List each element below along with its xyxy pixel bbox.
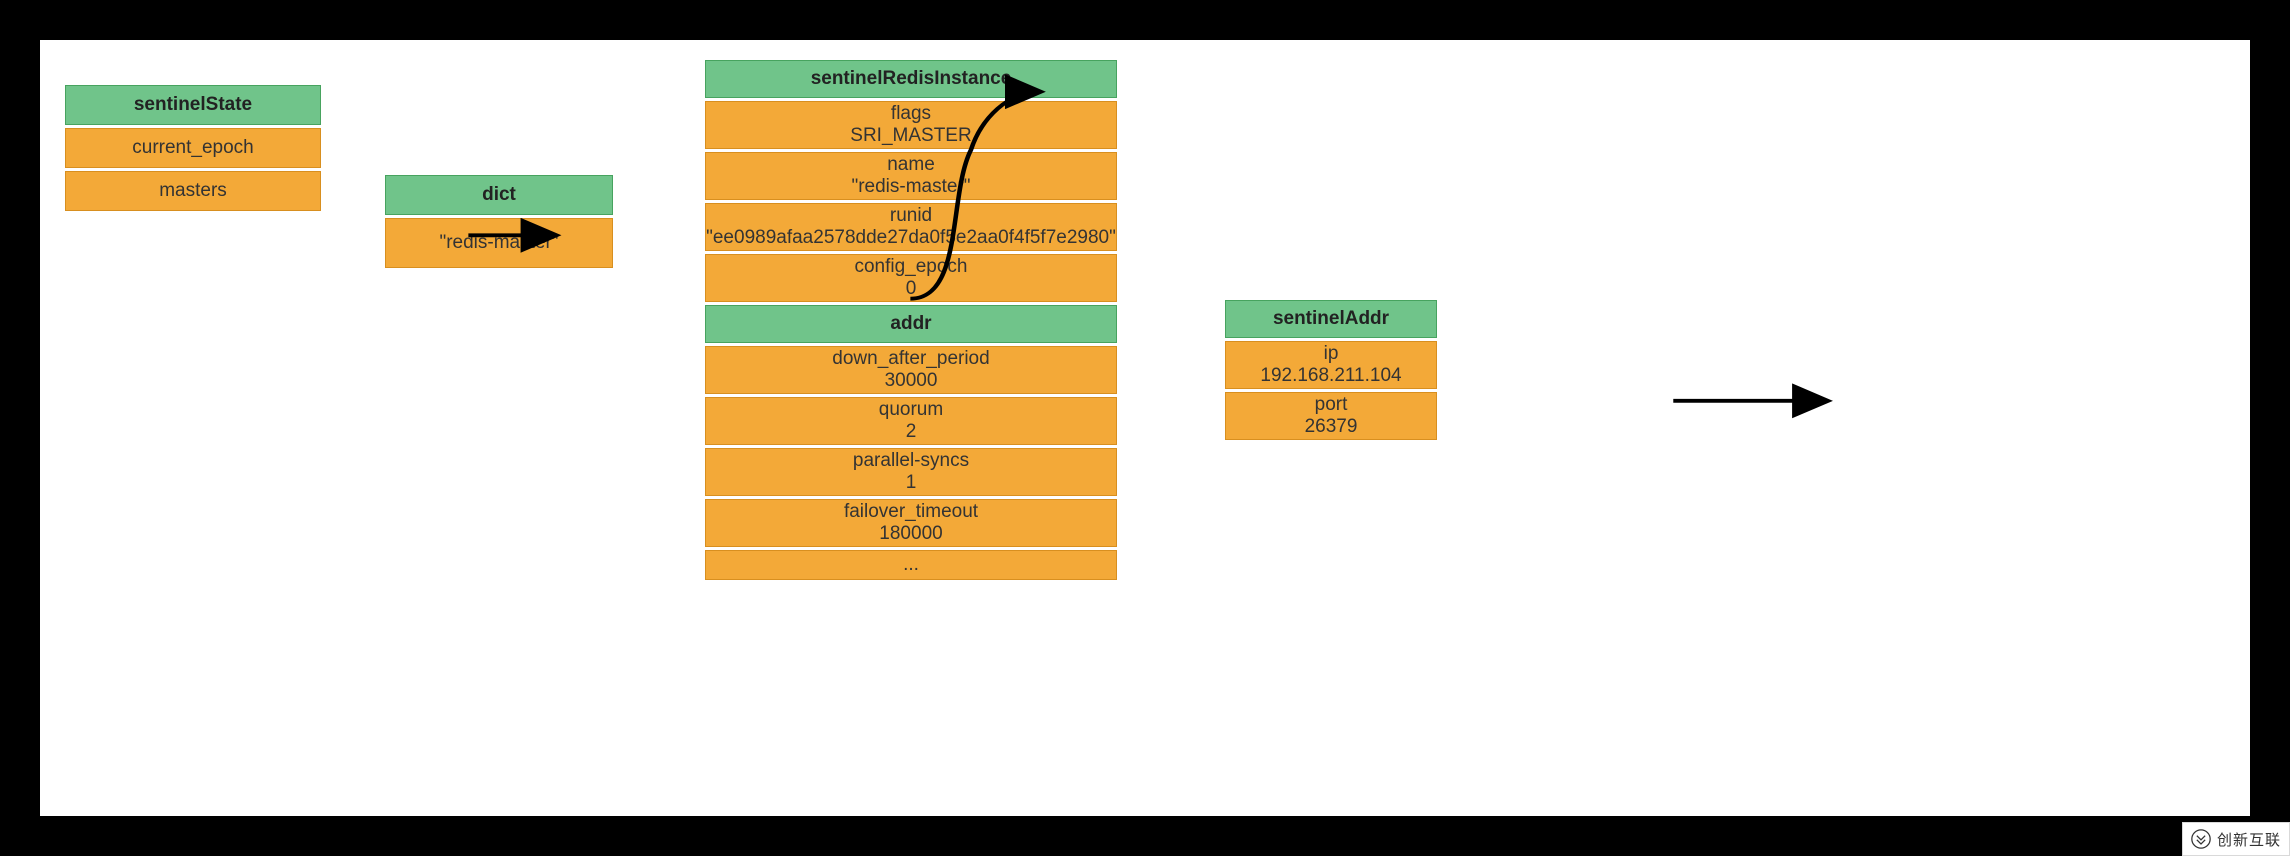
row-value: SRI_MASTER: [850, 125, 971, 147]
row-label: flags: [891, 103, 931, 125]
row-label: failover_timeout: [844, 501, 978, 523]
row-value: "redis-master": [851, 176, 970, 198]
row-label: quorum: [879, 399, 943, 421]
sentinel-redis-instance-table: sentinelRedisInstance flags SRI_MASTER n…: [705, 60, 1117, 580]
row-label: ...: [903, 554, 919, 576]
sentinel-state-row-current-epoch: current_epoch: [65, 128, 321, 168]
row-label: down_after_period: [832, 348, 989, 370]
row-value: "ee0989afaa2578dde27da0f5e2aa0f4f5f7e298…: [706, 227, 1116, 249]
dict-header: dict: [385, 175, 613, 215]
row-value: 1: [906, 472, 917, 494]
addr-row-port: port 26379: [1225, 392, 1437, 440]
row-label: port: [1315, 394, 1348, 416]
sentinel-state-table: sentinelState current_epoch masters: [65, 85, 321, 211]
diagram-canvas: sentinelState current_epoch masters dict…: [40, 40, 2250, 816]
instance-row-config-epoch: config_epoch 0: [705, 254, 1117, 302]
instance-row-runid: runid "ee0989afaa2578dde27da0f5e2aa0f4f5…: [705, 203, 1117, 251]
instance-row-quorum: quorum 2: [705, 397, 1117, 445]
dict-table: dict "redis-master": [385, 175, 613, 268]
dict-row-key: "redis-master": [385, 218, 613, 268]
row-label: ip: [1324, 343, 1339, 365]
row-value: 30000: [885, 370, 938, 392]
instance-row-parallel-syncs: parallel-syncs 1: [705, 448, 1117, 496]
row-label: runid: [890, 205, 932, 227]
sentinel-addr-table: sentinelAddr ip 192.168.211.104 port 263…: [1225, 300, 1437, 440]
watermark-icon: [2191, 829, 2211, 849]
row-value: 0: [906, 278, 917, 300]
row-value: 26379: [1305, 416, 1358, 438]
watermark-text: 创新互联: [2217, 829, 2281, 850]
instance-row-flags: flags SRI_MASTER: [705, 101, 1117, 149]
instance-row-failover-timeout: failover_timeout 180000: [705, 499, 1117, 547]
row-value: 2: [906, 421, 917, 443]
instance-header: sentinelRedisInstance: [705, 60, 1117, 98]
instance-row-down-after-period: down_after_period 30000: [705, 346, 1117, 394]
row-value: 180000: [879, 523, 942, 545]
sentinel-state-row-masters: masters: [65, 171, 321, 211]
watermark-badge: 创新互联: [2182, 822, 2290, 856]
row-label: parallel-syncs: [853, 450, 969, 472]
instance-row-more: ...: [705, 550, 1117, 580]
addr-row-ip: ip 192.168.211.104: [1225, 341, 1437, 389]
row-label: name: [887, 154, 935, 176]
addr-header: sentinelAddr: [1225, 300, 1437, 338]
instance-addr-header: addr: [705, 305, 1117, 343]
instance-row-name: name "redis-master": [705, 152, 1117, 200]
sentinel-state-header: sentinelState: [65, 85, 321, 125]
outer-black-frame: sentinelState current_epoch masters dict…: [20, 20, 2270, 836]
arrows-layer: [40, 40, 2250, 816]
row-value: 192.168.211.104: [1260, 365, 1401, 387]
row-label: config_epoch: [854, 256, 967, 278]
